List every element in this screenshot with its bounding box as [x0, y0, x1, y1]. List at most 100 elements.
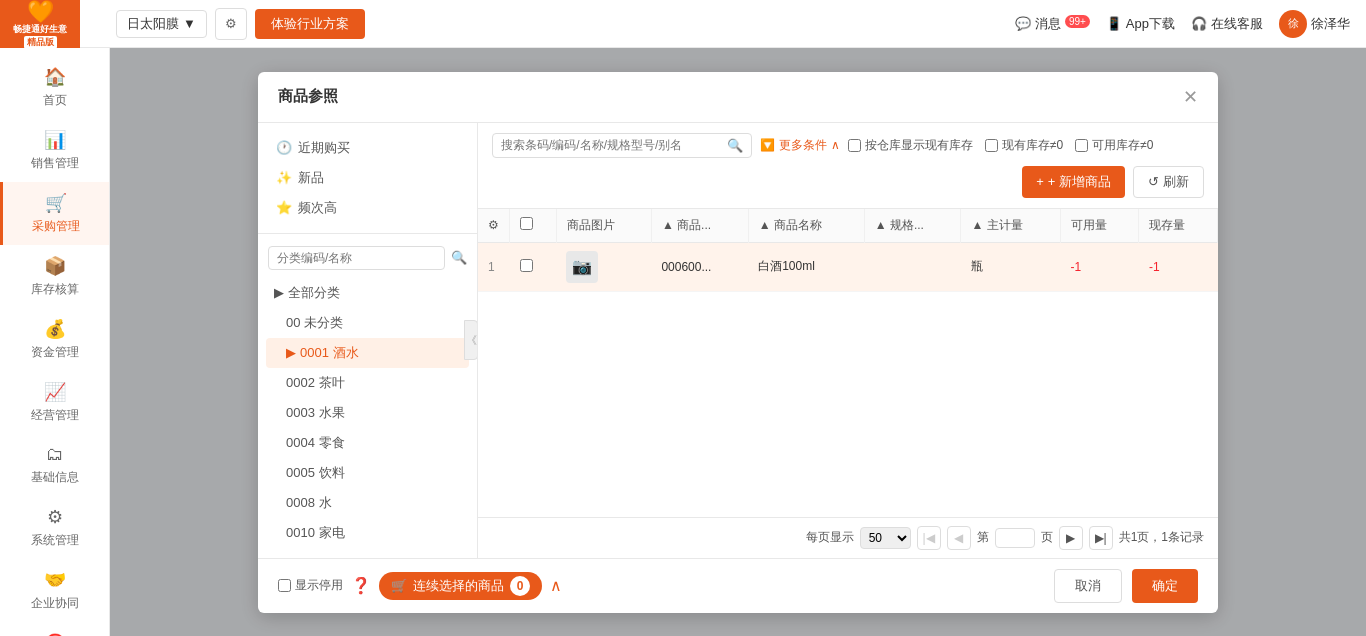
per-page-select[interactable]: 50 100 200	[860, 527, 911, 549]
show-disabled-checkbox[interactable]	[278, 579, 291, 592]
row-available: -1	[1060, 242, 1139, 291]
next-page-button[interactable]: ▶	[1059, 526, 1083, 550]
total-info: 共1页，1条记录	[1119, 529, 1204, 546]
col-code: ▲ 商品...	[651, 209, 748, 243]
category-fruit[interactable]: 0003 水果	[266, 398, 469, 428]
quick-item-recent[interactable]: 🕐 近期购买	[268, 133, 467, 163]
experience-button[interactable]: 体验行业方案	[255, 9, 365, 39]
page-label: 第	[977, 529, 989, 546]
sidebar-item-basic[interactable]: 🗂 基础信息	[0, 434, 109, 496]
table-row[interactable]: 1 📷 000600... 白酒100ml 瓶 -1 -1	[478, 242, 1218, 291]
sidebar-label: 采购管理	[32, 218, 80, 235]
sidebar-item-finance[interactable]: 💰 资金管理	[0, 308, 109, 371]
cart-icon: 🛒	[391, 578, 407, 593]
last-page-button[interactable]: ▶|	[1089, 526, 1113, 550]
product-search-input[interactable]	[501, 138, 727, 152]
modal-left-panel: 🕐 近期购买 ✨ 新品 ⭐ 频次高 🔍	[258, 123, 478, 558]
avatar: 徐	[1279, 10, 1307, 38]
category-appliance[interactable]: 0010 家电	[266, 518, 469, 548]
cancel-button[interactable]: 取消	[1054, 569, 1122, 603]
sidebar-item-home[interactable]: 🏠 首页	[0, 56, 109, 119]
support-nav[interactable]: 🎧 在线客服	[1191, 15, 1263, 33]
quick-item-frequent[interactable]: ⭐ 频次高	[268, 193, 467, 223]
category-all[interactable]: ▶ 全部分类	[266, 278, 469, 308]
quick-item-new[interactable]: ✨ 新品	[268, 163, 467, 193]
select-all-checkbox[interactable]	[520, 217, 533, 230]
sidebar-item-guide[interactable]: 🎯 新手引导	[0, 622, 109, 636]
page-input[interactable]: 1	[995, 528, 1035, 548]
category-water[interactable]: 0008 水	[266, 488, 469, 518]
action-buttons: + + 新增商品 ↺ 刷新	[1022, 166, 1204, 198]
warehouse-filter-label[interactable]: 按仓库显示现有库存	[848, 137, 973, 154]
category-liquor[interactable]: ▶ 0001 酒水	[266, 338, 469, 368]
sidebar-item-enterprise[interactable]: 🤝 企业协同	[0, 559, 109, 622]
top-navigation: 🧡 畅捷通好生意 精品版 日太阳膜 ▼ ⚙ 体验行业方案 💬 消息 99+ 📱 …	[0, 0, 1366, 48]
collapse-panel-button[interactable]: 《	[464, 320, 478, 360]
sidebar-label: 库存核算	[31, 281, 79, 298]
row-checkbox	[510, 242, 557, 291]
product-thumbnail: 📷	[566, 251, 598, 283]
collapse-cart-button[interactable]: ∧	[550, 576, 562, 595]
category-drinks[interactable]: 0005 饮料	[266, 458, 469, 488]
app-label: App下载	[1126, 15, 1175, 33]
star-icon: ⭐	[276, 200, 292, 215]
category-snacks[interactable]: 0004 零食	[266, 428, 469, 458]
category-search-input[interactable]	[268, 246, 445, 270]
refresh-button[interactable]: ↺ 刷新	[1133, 166, 1204, 198]
available-filter-label[interactable]: 现有库存≠0	[985, 137, 1063, 154]
sidebar-item-operation[interactable]: 📈 经营管理	[0, 371, 109, 434]
settings-button[interactable]: ⚙	[215, 8, 247, 40]
more-filters-button[interactable]: 🔽 更多条件 ∧	[760, 137, 840, 154]
cart-text: 连续选择的商品	[413, 577, 504, 595]
filter-checkboxes: 按仓库显示现有库存 现有库存≠0 可用库存≠0	[848, 137, 1154, 154]
modal-overlay: 商品参照 ✕ 🕐 近期购买 ✨ 新品 ⭐ 频次高	[110, 48, 1366, 636]
add-label: + 新增商品	[1048, 173, 1111, 191]
confirm-button[interactable]: 确定	[1132, 569, 1198, 603]
app-download-nav[interactable]: 📱 App下载	[1106, 15, 1175, 33]
show-disabled-label[interactable]: 显示停用	[278, 577, 343, 594]
prev-page-button[interactable]: ◀	[947, 526, 971, 550]
sales-icon: 📊	[44, 129, 66, 151]
modal-close-button[interactable]: ✕	[1183, 86, 1198, 108]
cart-area[interactable]: 🛒 连续选择的商品 0	[379, 572, 542, 600]
category-label: 0001 酒水	[300, 344, 359, 362]
usable-filter-checkbox[interactable]	[1075, 139, 1088, 152]
messages-nav[interactable]: 💬 消息 99+	[1015, 15, 1090, 33]
row-select-checkbox[interactable]	[520, 259, 533, 272]
category-label: 00 未分类	[286, 314, 343, 332]
usable-filter-text: 可用库存≠0	[1092, 137, 1153, 154]
help-icon[interactable]: ❓	[351, 576, 371, 595]
page-suffix: 页	[1041, 529, 1053, 546]
sidebar-item-sales[interactable]: 📊 销售管理	[0, 119, 109, 182]
modal-body: 🕐 近期购买 ✨ 新品 ⭐ 频次高 🔍	[258, 123, 1218, 558]
category-tea[interactable]: 0002 茶叶	[266, 368, 469, 398]
category-uncategorized[interactable]: 00 未分类	[266, 308, 469, 338]
store-name: 日太阳膜	[127, 15, 179, 33]
add-product-button[interactable]: + + 新增商品	[1022, 166, 1125, 198]
quick-items-section: 🕐 近期购买 ✨ 新品 ⭐ 频次高	[258, 133, 477, 234]
available-filter-text: 现有库存≠0	[1002, 137, 1063, 154]
warehouse-filter-checkbox[interactable]	[848, 139, 861, 152]
available-filter-checkbox[interactable]	[985, 139, 998, 152]
sidebar-item-inventory[interactable]: 📦 库存核算	[0, 245, 109, 308]
modal-title: 商品参照	[278, 87, 338, 106]
messages-label: 消息	[1035, 15, 1061, 33]
first-page-button[interactable]: |◀	[917, 526, 941, 550]
filter-bar: 🔍 🔽 更多条件 ∧ 按仓库显示现有库存	[478, 123, 1218, 209]
message-badge: 99+	[1065, 15, 1090, 28]
sidebar-item-purchase[interactable]: 🛒 采购管理	[0, 182, 109, 245]
col-settings[interactable]: ⚙	[478, 209, 510, 243]
category-label: 全部分类	[288, 284, 340, 302]
usable-filter-label[interactable]: 可用库存≠0	[1075, 137, 1153, 154]
product-table: ⚙ 商品图片 ▲ 商品... ▲ 商品名称 ▲ 规格..	[478, 209, 1218, 292]
more-filters-label: 更多条件	[779, 137, 827, 154]
user-nav[interactable]: 徐 徐泽华	[1279, 10, 1350, 38]
sidebar-item-system[interactable]: ⚙ 系统管理	[0, 496, 109, 559]
store-selector[interactable]: 日太阳膜 ▼	[116, 10, 207, 38]
product-search-icon[interactable]: 🔍	[727, 138, 743, 153]
sidebar-label: 资金管理	[31, 344, 79, 361]
sidebar-label: 经营管理	[31, 407, 79, 424]
finance-icon: 💰	[44, 318, 66, 340]
category-search-icon[interactable]: 🔍	[451, 250, 467, 265]
sidebar: 🏠 首页 📊 销售管理 🛒 采购管理 📦 库存核算 💰 资金管理 📈 经营管理 …	[0, 48, 110, 636]
